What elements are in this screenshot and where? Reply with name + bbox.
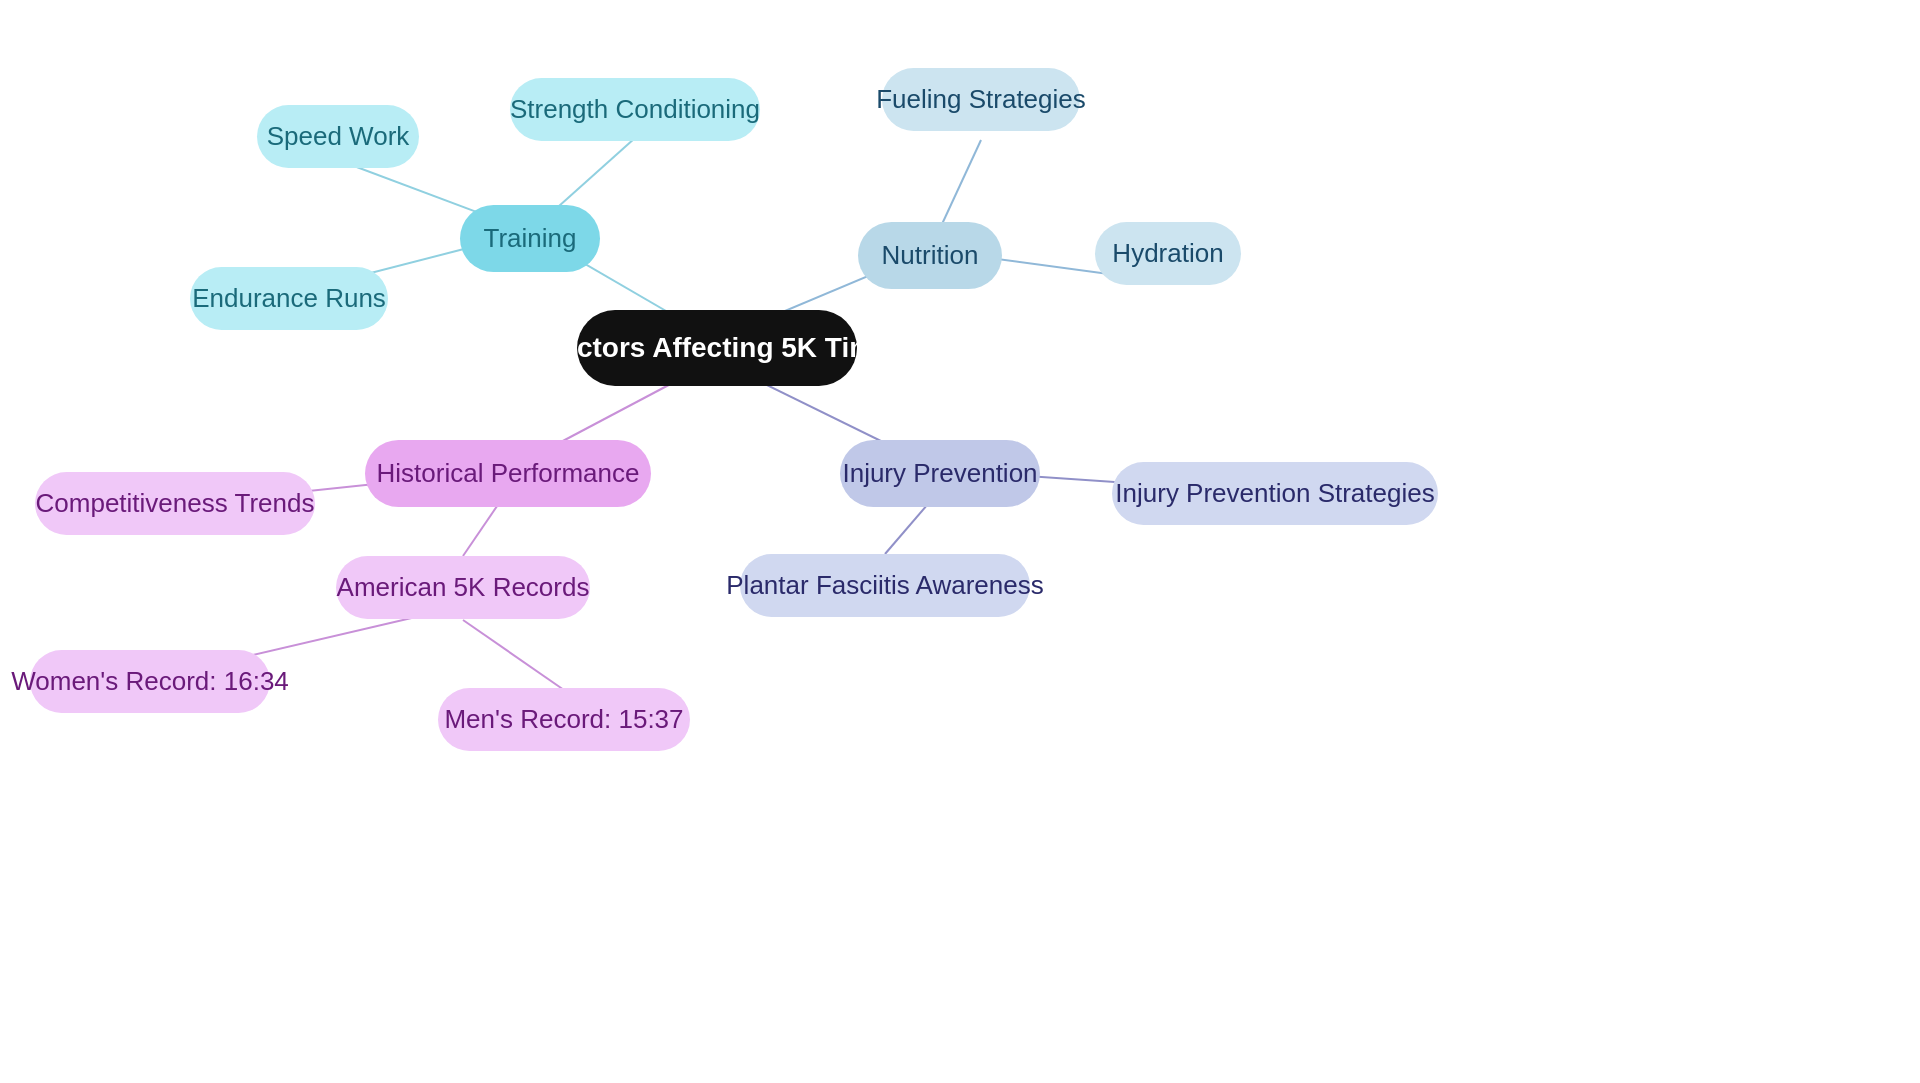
historical-performance-node[interactable]: Historical Performance <box>365 440 651 507</box>
training-node[interactable]: Training <box>460 205 600 272</box>
womens-record-node[interactable]: Women's Record: 16:34 <box>30 650 270 713</box>
injury-prevention-strategies-node[interactable]: Injury Prevention Strategies <box>1112 462 1438 525</box>
hydration-node[interactable]: Hydration <box>1095 222 1241 285</box>
competitiveness-trends-node[interactable]: Competitiveness Trends <box>35 472 315 535</box>
nutrition-node[interactable]: Nutrition <box>858 222 1002 289</box>
mens-record-node[interactable]: Men's Record: 15:37 <box>438 688 690 751</box>
fueling-strategies-node[interactable]: Fueling Strategies <box>882 68 1080 131</box>
center-node[interactable]: Factors Affecting 5K Time <box>577 310 857 386</box>
strength-conditioning-node[interactable]: Strength Conditioning <box>510 78 760 141</box>
speed-work-node[interactable]: Speed Work <box>257 105 419 168</box>
american-5k-records-node[interactable]: American 5K Records <box>336 556 590 619</box>
injury-prevention-node[interactable]: Injury Prevention <box>840 440 1040 507</box>
svg-line-11 <box>463 620 564 690</box>
endurance-runs-node[interactable]: Endurance Runs <box>190 267 388 330</box>
plantar-fasciitis-node[interactable]: Plantar Fasciitis Awareness <box>740 554 1030 617</box>
